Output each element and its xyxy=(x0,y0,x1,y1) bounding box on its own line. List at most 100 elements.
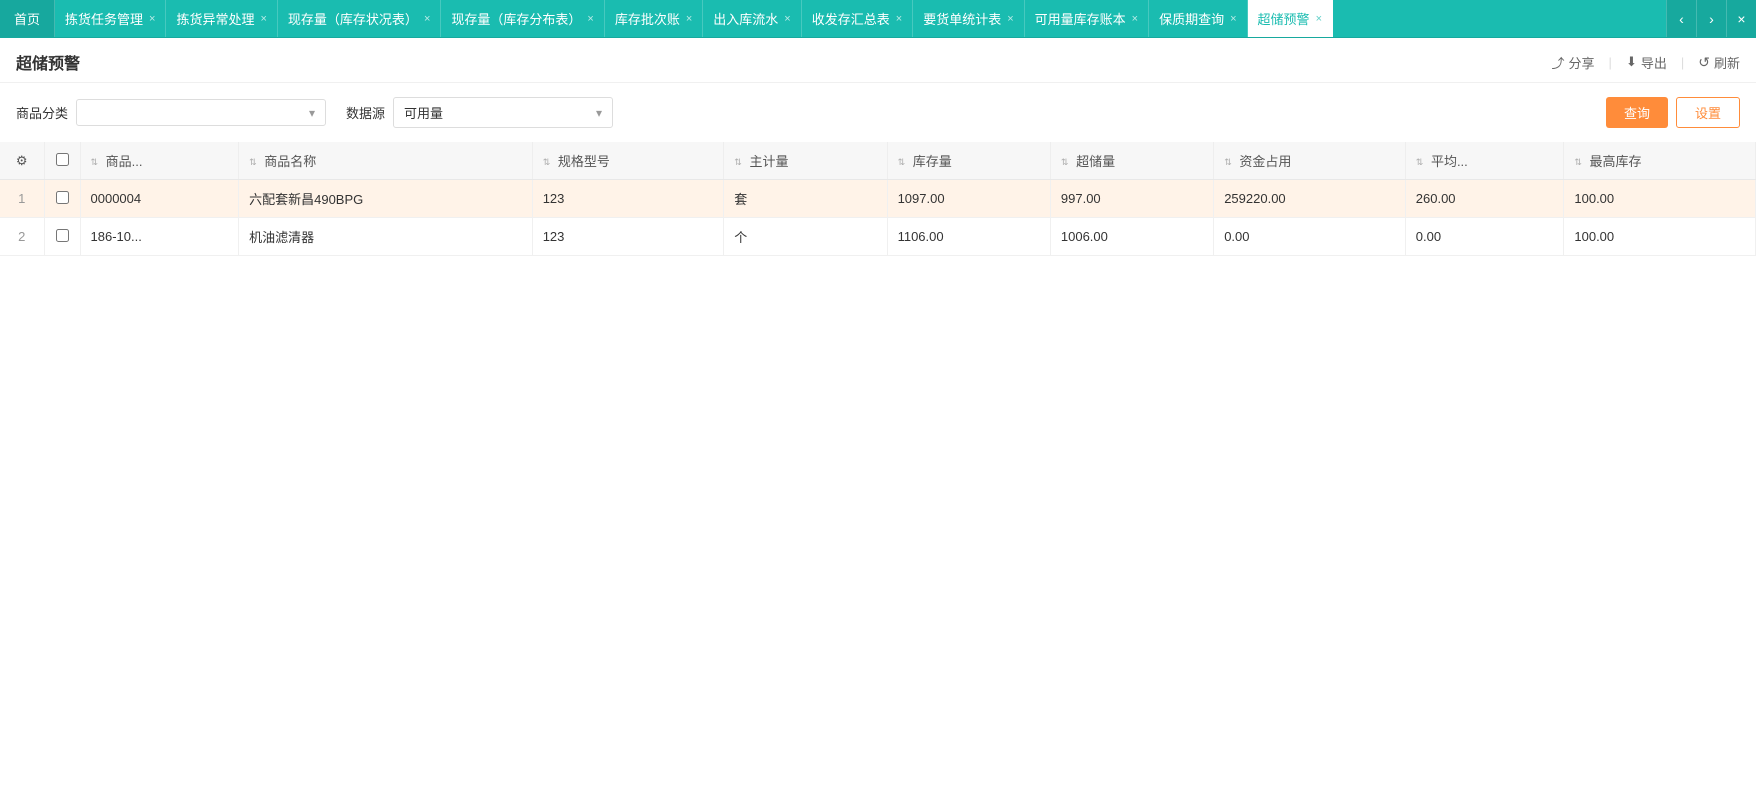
select-all-checkbox[interactable] xyxy=(56,153,69,166)
query-button[interactable]: 查询 xyxy=(1606,97,1668,128)
row-spec: 123 xyxy=(532,218,724,256)
sort-icon-capital: ⇅ xyxy=(1224,158,1232,167)
tab-label-2: 拣货异常处理 xyxy=(176,9,254,28)
sort-icon-unit: ⇅ xyxy=(734,158,742,167)
row-capital: 0.00 xyxy=(1214,218,1406,256)
tab-label-9: 可用量库存账本 xyxy=(1035,9,1126,28)
page-content: 超储预警 ⤴ 分享 | ⬇ 导出 | ↺ 刷新 商品分类 xyxy=(0,38,1756,800)
row-checkbox[interactable] xyxy=(56,191,69,204)
nav-tab-7[interactable]: 收发存汇总表 × xyxy=(802,0,913,38)
settings-button[interactable]: 设置 xyxy=(1676,97,1740,128)
share-icon: ⤴ xyxy=(1552,53,1565,72)
sort-icon-avg: ⇅ xyxy=(1416,158,1424,167)
tab-close-6[interactable]: × xyxy=(784,13,790,25)
filter-actions: 查询 设置 xyxy=(1606,97,1740,128)
row-product-name: 六配套新昌490BPG xyxy=(239,180,533,218)
refresh-action[interactable]: ↺ 刷新 xyxy=(1698,53,1740,72)
nav-tab-3[interactable]: 现存量（库存状况表） × xyxy=(278,0,441,38)
page-title: 超储预警 xyxy=(16,50,80,74)
table-body: 1 0000004 六配套新昌490BPG 123 套 1097.00 997.… xyxy=(0,180,1756,256)
nav-arrow-left[interactable]: ‹ xyxy=(1666,0,1696,38)
category-label: 商品分类 xyxy=(16,103,68,122)
row-product-code: 0000004 xyxy=(80,180,239,218)
nav-tab-11[interactable]: 超储预警 × xyxy=(1248,0,1333,38)
export-icon: ⬇ xyxy=(1626,54,1637,70)
row-overstock: 997.00 xyxy=(1050,180,1213,218)
row-product-name: 机油滤清器 xyxy=(239,218,533,256)
header-actions: ⤴ 分享 | ⬇ 导出 | ↺ 刷新 xyxy=(1552,53,1740,72)
refresh-icon: ↺ xyxy=(1698,54,1710,71)
tab-close-5[interactable]: × xyxy=(686,13,692,25)
row-stock: 1097.00 xyxy=(887,180,1050,218)
tab-label-1: 拣货任务管理 xyxy=(65,9,143,28)
datasource-label: 数据源 xyxy=(346,103,385,122)
col-overstock-header[interactable]: ⇅ 超储量 xyxy=(1050,142,1213,180)
row-index: 2 xyxy=(0,218,44,256)
sort-icon-overstock: ⇅ xyxy=(1061,158,1069,167)
tab-close-11[interactable]: × xyxy=(1316,13,1322,25)
datasource-select[interactable]: 可用量 xyxy=(393,97,613,128)
nav-tab-4[interactable]: 现存量（库存分布表） × xyxy=(441,0,604,38)
export-action[interactable]: ⬇ 导出 xyxy=(1626,53,1667,72)
col-capital-header[interactable]: ⇅ 资金占用 xyxy=(1214,142,1406,180)
tab-close-8[interactable]: × xyxy=(1007,13,1013,25)
nav-tab-5[interactable]: 库存批次账 × xyxy=(605,0,703,38)
sort-icon-spec: ⇅ xyxy=(543,158,551,167)
row-checkbox[interactable] xyxy=(56,229,69,242)
tab-close-10[interactable]: × xyxy=(1230,13,1236,25)
nav-tab-10[interactable]: 保质期查询 × xyxy=(1149,0,1247,38)
gear-icon[interactable]: ⚙ xyxy=(16,153,28,168)
datasource-filter-group: 数据源 可用量 xyxy=(346,97,613,128)
nav-tab-8[interactable]: 要货单统计表 × xyxy=(913,0,1024,38)
col-settings-header: ⚙ xyxy=(0,142,44,180)
nav-tab-1[interactable]: 拣货任务管理 × xyxy=(55,0,166,38)
table-row: 1 0000004 六配套新昌490BPG 123 套 1097.00 997.… xyxy=(0,180,1756,218)
sort-icon-maxstock: ⇅ xyxy=(1574,158,1582,167)
col-avg-header[interactable]: ⇅ 平均... xyxy=(1405,142,1564,180)
category-select[interactable] xyxy=(76,99,326,126)
tab-label-4: 现存量（库存分布表） xyxy=(451,9,581,28)
col-maxstock-header[interactable]: ⇅ 最高库存 xyxy=(1564,142,1756,180)
nav-arrow-close[interactable]: × xyxy=(1726,0,1756,38)
col-stock-header[interactable]: ⇅ 库存量 xyxy=(887,142,1050,180)
tab-close-4[interactable]: × xyxy=(587,13,593,25)
nav-tab-2[interactable]: 拣货异常处理 × xyxy=(166,0,277,38)
tab-close-3[interactable]: × xyxy=(424,13,430,25)
col-unit-header[interactable]: ⇅ 主计量 xyxy=(724,142,887,180)
tab-close-2[interactable]: × xyxy=(260,13,266,25)
share-label: 分享 xyxy=(1569,53,1595,72)
nav-arrow-right[interactable]: › xyxy=(1696,0,1726,38)
row-avg: 0.00 xyxy=(1405,218,1564,256)
tab-label-10: 保质期查询 xyxy=(1159,9,1224,28)
share-action[interactable]: ⤴ 分享 xyxy=(1552,53,1595,72)
row-checkbox-cell xyxy=(44,180,80,218)
category-filter-group: 商品分类 xyxy=(16,99,326,126)
col-product-code-header[interactable]: ⇅ 商品... xyxy=(80,142,239,180)
export-label: 导出 xyxy=(1641,53,1667,72)
row-capital: 259220.00 xyxy=(1214,180,1406,218)
row-stock: 1106.00 xyxy=(887,218,1050,256)
row-checkbox-cell xyxy=(44,218,80,256)
sort-icon-stock: ⇅ xyxy=(898,158,906,167)
tab-close-9[interactable]: × xyxy=(1132,13,1138,25)
datasource-select-value: 可用量 xyxy=(404,103,443,122)
nav-tab-6[interactable]: 出入库流水 × xyxy=(703,0,801,38)
col-spec-header[interactable]: ⇅ 规格型号 xyxy=(532,142,724,180)
tab-label-8: 要货单统计表 xyxy=(923,9,1001,28)
nav-tab-9[interactable]: 可用量库存账本 × xyxy=(1025,0,1149,38)
tab-label-11: 超储预警 xyxy=(1258,9,1310,28)
col-product-name-header[interactable]: ⇅ 商品名称 xyxy=(239,142,533,180)
row-avg: 260.00 xyxy=(1405,180,1564,218)
row-unit: 套 xyxy=(724,180,887,218)
filter-bar: 商品分类 数据源 可用量 查询 设置 xyxy=(0,83,1756,142)
nav-tab-home[interactable]: 首页 xyxy=(0,0,55,38)
sort-icon: ⇅ xyxy=(91,158,99,167)
row-index: 1 xyxy=(0,180,44,218)
tab-close-1[interactable]: × xyxy=(149,13,155,25)
tab-label-3: 现存量（库存状况表） xyxy=(288,9,418,28)
tab-close-7[interactable]: × xyxy=(896,13,902,25)
col-checkbox-header xyxy=(44,142,80,180)
tab-label-7: 收发存汇总表 xyxy=(812,9,890,28)
home-label: 首页 xyxy=(14,9,40,28)
table-container: ⚙ ⇅ 商品... ⇅ 商品名称 ⇅ 规格型号 xyxy=(0,142,1756,256)
